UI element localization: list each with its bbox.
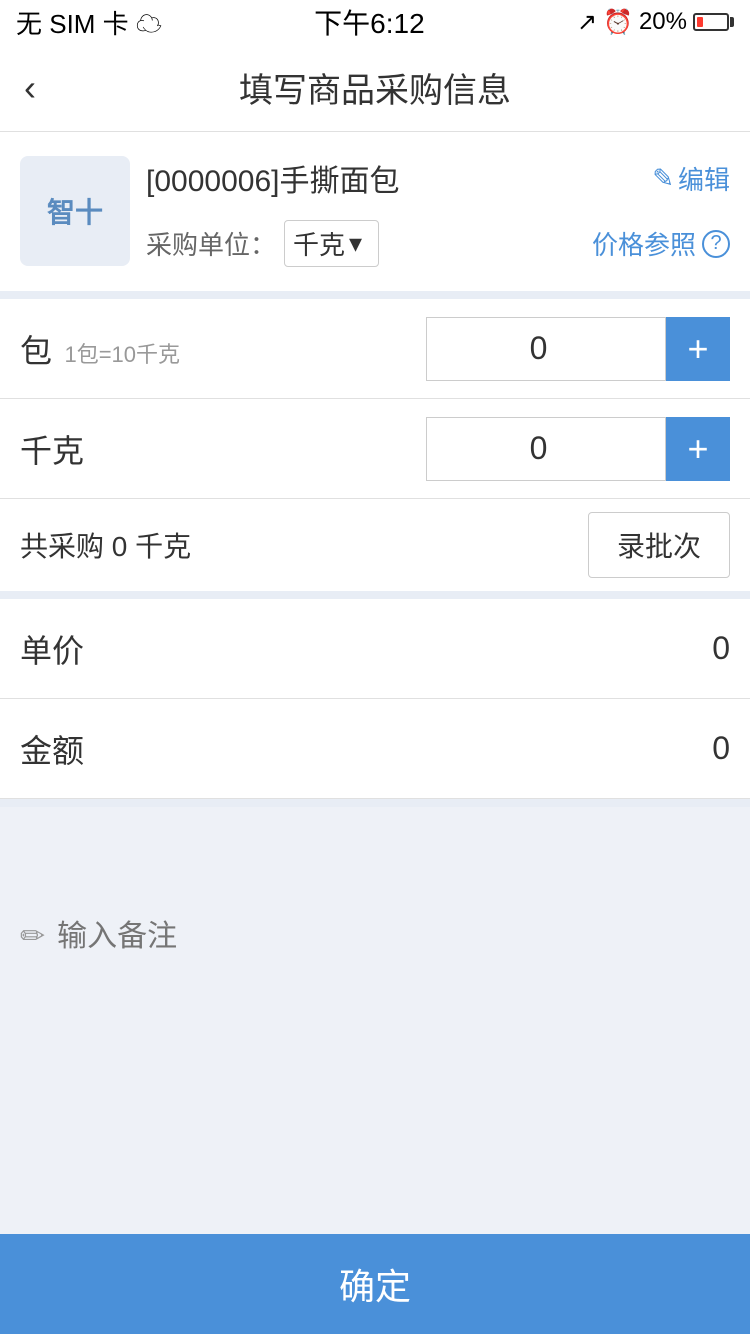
product-unit-row: 采购单位： 千克 ▾ 价格参照 ? bbox=[146, 220, 730, 267]
summary-unit: 千克 bbox=[135, 531, 191, 562]
dropdown-icon: ▾ bbox=[349, 228, 362, 259]
bag-label: 包 1包=10千克 bbox=[20, 326, 180, 372]
unit-value: 千克 bbox=[293, 225, 345, 262]
bag-input-row: 包 1包=10千克 + bbox=[0, 299, 750, 399]
kg-quantity-input[interactable] bbox=[426, 417, 666, 481]
kg-controls: + bbox=[426, 417, 730, 481]
kg-label: 千克 bbox=[20, 426, 84, 472]
summary-text: 共采购 0 千克 bbox=[20, 525, 191, 565]
location-icon: ↗ bbox=[577, 8, 597, 37]
summary-label: 共采购 bbox=[20, 531, 104, 562]
input-section: 包 1包=10千克 + 千克 + bbox=[0, 299, 750, 499]
status-right: ↗ ⏰ 20% bbox=[577, 8, 734, 37]
unit-label: 采购单位： 千克 ▾ bbox=[146, 220, 379, 267]
product-title: 手撕面包 bbox=[279, 165, 399, 198]
unit-price-value: 0 bbox=[712, 630, 730, 667]
alarm-icon: ⏰ bbox=[603, 8, 633, 37]
unit-price-label: 单价 bbox=[20, 626, 84, 672]
amount-row: 金额 0 bbox=[0, 699, 750, 799]
price-ref-label: 价格参照 bbox=[592, 225, 696, 262]
product-info: [0000006]手撕面包 ✎ 编辑 采购单位： 千克 ▾ 价格参照 ? bbox=[146, 156, 730, 267]
unit-price-row: 单价 0 bbox=[0, 599, 750, 699]
sim-signal: 无 SIM 卡 ☁ bbox=[16, 4, 162, 41]
battery-icon bbox=[693, 13, 734, 31]
price-reference-button[interactable]: 价格参照 ? bbox=[592, 225, 730, 262]
nav-bar: ‹ 填写商品采购信息 bbox=[0, 44, 750, 132]
status-bar: 无 SIM 卡 ☁ 下午6:12 ↗ ⏰ 20% bbox=[0, 0, 750, 44]
summary-row: 共采购 0 千克 录批次 bbox=[0, 499, 750, 599]
status-left: 无 SIM 卡 ☁ bbox=[16, 4, 162, 41]
summary-quantity: 0 bbox=[112, 531, 128, 562]
product-header: [0000006]手撕面包 ✎ 编辑 bbox=[146, 156, 730, 200]
kg-input-row: 千克 + bbox=[0, 399, 750, 499]
remark-section: ✏ bbox=[0, 799, 750, 1066]
unit-label-text: 采购单位： bbox=[146, 225, 276, 262]
status-time: 下午6:12 bbox=[314, 2, 425, 42]
unit-select[interactable]: 千克 ▾ bbox=[284, 220, 379, 267]
product-logo: 智十 bbox=[47, 191, 103, 231]
price-section: 单价 0 金额 0 bbox=[0, 599, 750, 799]
kg-plus-button[interactable]: + bbox=[666, 417, 730, 481]
product-card: 智十 [0000006]手撕面包 ✎ 编辑 采购单位： 千克 ▾ 价格参照 ? bbox=[0, 132, 750, 299]
bag-sublabel: 1包=10千克 bbox=[64, 342, 180, 367]
bag-controls: + bbox=[426, 317, 730, 381]
edit-button[interactable]: ✎ 编辑 bbox=[652, 160, 730, 197]
product-name: [0000006]手撕面包 bbox=[146, 156, 399, 200]
amount-value: 0 bbox=[712, 730, 730, 767]
batch-button[interactable]: 录批次 bbox=[588, 512, 730, 578]
confirm-button[interactable]: 确定 bbox=[0, 1234, 750, 1334]
bag-plus-button[interactable]: + bbox=[666, 317, 730, 381]
product-id: [0000006] bbox=[146, 165, 279, 198]
edit-label: 编辑 bbox=[678, 160, 730, 197]
spacer bbox=[0, 1066, 750, 1234]
pencil-icon: ✏ bbox=[20, 919, 45, 954]
edit-icon: ✎ bbox=[652, 163, 674, 194]
amount-label: 金额 bbox=[20, 726, 84, 772]
back-button[interactable]: ‹ bbox=[24, 67, 36, 109]
remark-input[interactable] bbox=[57, 920, 730, 954]
product-image: 智十 bbox=[20, 156, 130, 266]
battery-percent: 20% bbox=[639, 8, 687, 36]
info-icon: ? bbox=[702, 230, 730, 258]
page-title: 填写商品采购信息 bbox=[239, 63, 511, 112]
bag-quantity-input[interactable] bbox=[426, 317, 666, 381]
